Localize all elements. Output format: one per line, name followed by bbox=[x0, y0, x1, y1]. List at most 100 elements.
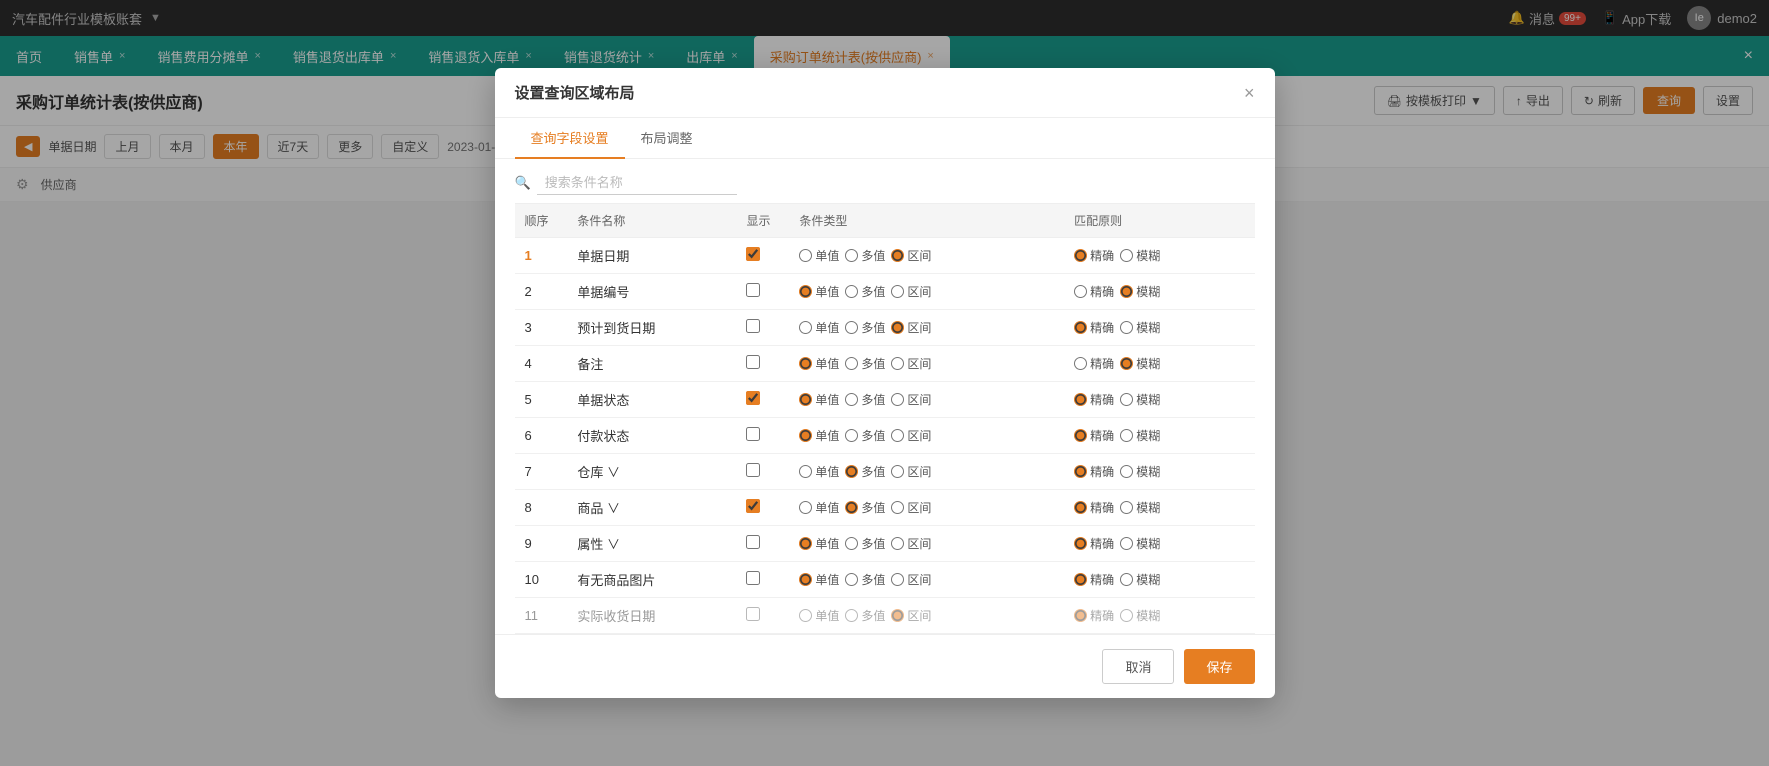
row-show[interactable] bbox=[736, 454, 789, 490]
row-type[interactable]: 单值多值区间 bbox=[789, 418, 1064, 454]
match-radio-模糊[interactable] bbox=[1120, 609, 1133, 622]
show-checkbox[interactable] bbox=[746, 319, 760, 333]
type-radio-多值[interactable] bbox=[845, 285, 858, 298]
show-checkbox[interactable] bbox=[746, 607, 760, 621]
row-match[interactable]: 精确模糊 bbox=[1064, 490, 1254, 526]
show-checkbox[interactable] bbox=[746, 499, 760, 513]
row-match[interactable]: 精确模糊 bbox=[1064, 526, 1254, 562]
type-radio-单值[interactable] bbox=[799, 465, 812, 478]
type-radio-多值[interactable] bbox=[845, 465, 858, 478]
row-match[interactable]: 精确模糊 bbox=[1064, 418, 1254, 454]
type-radio-多值[interactable] bbox=[845, 393, 858, 406]
show-checkbox[interactable] bbox=[746, 247, 760, 261]
show-checkbox[interactable] bbox=[746, 463, 760, 477]
row-type[interactable]: 单值多值区间 bbox=[789, 490, 1064, 526]
row-match[interactable]: 精确模糊 bbox=[1064, 382, 1254, 418]
show-checkbox[interactable] bbox=[746, 535, 760, 549]
row-show[interactable] bbox=[736, 274, 789, 310]
row-type[interactable]: 单值多值区间 bbox=[789, 238, 1064, 274]
row-show[interactable] bbox=[736, 490, 789, 526]
match-radio-精确[interactable] bbox=[1074, 609, 1087, 622]
tab-layout[interactable]: 布局调整 bbox=[625, 118, 709, 159]
match-radio-模糊[interactable] bbox=[1120, 501, 1133, 514]
match-radio-模糊[interactable] bbox=[1120, 393, 1133, 406]
row-type[interactable]: 单值多值区间 bbox=[789, 274, 1064, 310]
match-radio-精确[interactable] bbox=[1074, 501, 1087, 514]
match-radio-精确[interactable] bbox=[1074, 429, 1087, 442]
type-radio-区间[interactable] bbox=[891, 321, 904, 334]
type-radio-区间[interactable] bbox=[891, 429, 904, 442]
type-radio-区间[interactable] bbox=[891, 249, 904, 262]
type-radio-单值[interactable] bbox=[799, 573, 812, 586]
match-radio-模糊[interactable] bbox=[1120, 465, 1133, 478]
show-checkbox[interactable] bbox=[746, 283, 760, 297]
row-type[interactable]: 单值多值区间 bbox=[789, 598, 1064, 634]
row-show[interactable] bbox=[736, 526, 789, 562]
match-radio-精确[interactable] bbox=[1074, 537, 1087, 550]
type-radio-单值[interactable] bbox=[799, 501, 812, 514]
match-radio-精确[interactable] bbox=[1074, 465, 1087, 478]
type-radio-单值[interactable] bbox=[799, 537, 812, 550]
cancel-button[interactable]: 取消 bbox=[1102, 649, 1174, 684]
match-radio-精确[interactable] bbox=[1074, 573, 1087, 586]
type-radio-区间[interactable] bbox=[891, 501, 904, 514]
type-radio-区间[interactable] bbox=[891, 285, 904, 298]
show-checkbox[interactable] bbox=[746, 427, 760, 441]
match-radio-精确[interactable] bbox=[1074, 285, 1087, 298]
row-show[interactable] bbox=[736, 238, 789, 274]
match-radio-模糊[interactable] bbox=[1120, 321, 1133, 334]
row-match[interactable]: 精确模糊 bbox=[1064, 598, 1254, 634]
type-radio-单值[interactable] bbox=[799, 429, 812, 442]
match-radio-精确[interactable] bbox=[1074, 321, 1087, 334]
type-radio-区间[interactable] bbox=[891, 357, 904, 370]
match-radio-模糊[interactable] bbox=[1120, 573, 1133, 586]
row-match[interactable]: 精确模糊 bbox=[1064, 346, 1254, 382]
type-radio-区间[interactable] bbox=[891, 537, 904, 550]
row-show[interactable] bbox=[736, 418, 789, 454]
type-radio-多值[interactable] bbox=[845, 537, 858, 550]
type-radio-多值[interactable] bbox=[845, 321, 858, 334]
match-radio-模糊[interactable] bbox=[1120, 249, 1133, 262]
row-type[interactable]: 单值多值区间 bbox=[789, 382, 1064, 418]
show-checkbox[interactable] bbox=[746, 571, 760, 585]
show-checkbox[interactable] bbox=[746, 355, 760, 369]
row-match[interactable]: 精确模糊 bbox=[1064, 274, 1254, 310]
match-radio-模糊[interactable] bbox=[1120, 357, 1133, 370]
row-match[interactable]: 精确模糊 bbox=[1064, 238, 1254, 274]
match-radio-模糊[interactable] bbox=[1120, 285, 1133, 298]
type-radio-单值[interactable] bbox=[799, 393, 812, 406]
type-radio-单值[interactable] bbox=[799, 609, 812, 622]
type-radio-多值[interactable] bbox=[845, 429, 858, 442]
match-radio-精确[interactable] bbox=[1074, 249, 1087, 262]
type-radio-区间[interactable] bbox=[891, 465, 904, 478]
type-radio-多值[interactable] bbox=[845, 609, 858, 622]
type-radio-区间[interactable] bbox=[891, 573, 904, 586]
type-radio-区间[interactable] bbox=[891, 393, 904, 406]
row-type[interactable]: 单值多值区间 bbox=[789, 310, 1064, 346]
match-radio-模糊[interactable] bbox=[1120, 537, 1133, 550]
type-radio-多值[interactable] bbox=[845, 249, 858, 262]
row-show[interactable] bbox=[736, 310, 789, 346]
row-show[interactable] bbox=[736, 346, 789, 382]
row-match[interactable]: 精确模糊 bbox=[1064, 562, 1254, 598]
type-radio-多值[interactable] bbox=[845, 501, 858, 514]
type-radio-多值[interactable] bbox=[845, 573, 858, 586]
row-type[interactable]: 单值多值区间 bbox=[789, 562, 1064, 598]
type-radio-单值[interactable] bbox=[799, 249, 812, 262]
save-button[interactable]: 保存 bbox=[1184, 649, 1254, 684]
type-radio-区间[interactable] bbox=[891, 609, 904, 622]
match-radio-精确[interactable] bbox=[1074, 393, 1087, 406]
type-radio-单值[interactable] bbox=[799, 357, 812, 370]
show-checkbox[interactable] bbox=[746, 391, 760, 405]
tab-query-fields[interactable]: 查询字段设置 bbox=[515, 118, 625, 159]
type-radio-多值[interactable] bbox=[845, 357, 858, 370]
row-type[interactable]: 单值多值区间 bbox=[789, 346, 1064, 382]
type-radio-单值[interactable] bbox=[799, 285, 812, 298]
row-type[interactable]: 单值多值区间 bbox=[789, 526, 1064, 562]
row-match[interactable]: 精确模糊 bbox=[1064, 310, 1254, 346]
row-show[interactable] bbox=[736, 382, 789, 418]
row-show[interactable] bbox=[736, 598, 789, 634]
row-show[interactable] bbox=[736, 562, 789, 598]
match-radio-模糊[interactable] bbox=[1120, 429, 1133, 442]
row-match[interactable]: 精确模糊 bbox=[1064, 454, 1254, 490]
